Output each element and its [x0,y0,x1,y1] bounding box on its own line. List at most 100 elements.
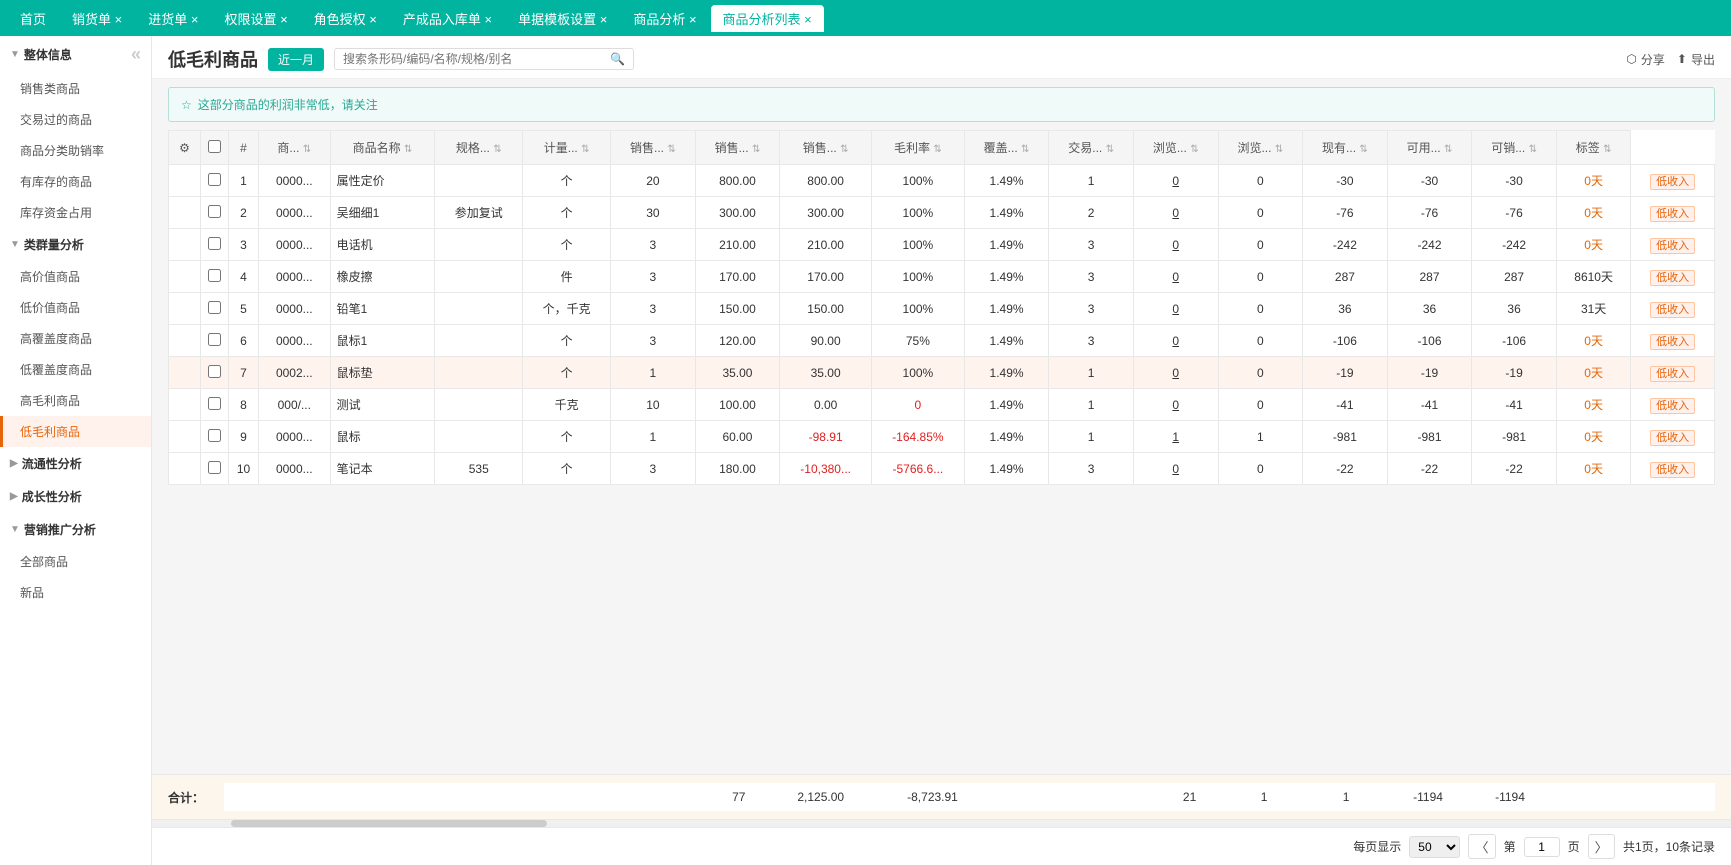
horizontal-scrollbar[interactable] [152,819,1731,827]
cell-browse1[interactable]: 0 [1133,229,1218,261]
sidebar-item-traded-products[interactable]: 交易过的商品 [0,104,151,135]
col-tag[interactable]: 标签 ⇅ [1556,131,1630,165]
row-checkbox[interactable] [208,365,221,378]
nav-product-analysis[interactable]: 商品分析 × [621,5,708,32]
nav-role[interactable]: 角色授权 × [302,5,389,32]
collapse-overall-icon[interactable]: « [131,44,141,65]
table-row[interactable]: 4 0000... 橡皮擦 件 3 170.00 170.00 100% 1.4… [169,261,1715,293]
cell-checkbox[interactable] [201,421,229,453]
col-sales1[interactable]: 销售... ⇅ [611,131,696,165]
sidebar-item-all-products[interactable]: 全部商品 [0,546,151,577]
col-code[interactable]: 商... ⇅ [259,131,331,165]
cell-browse1[interactable]: 0 [1133,453,1218,485]
row-checkbox[interactable] [208,397,221,410]
row-checkbox[interactable] [208,237,221,250]
col-name[interactable]: 商品名称 ⇅ [330,131,435,165]
col-coverage[interactable]: 覆盖... ⇅ [964,131,1049,165]
export-button[interactable]: ⬆ 导出 [1677,51,1715,68]
row-checkbox[interactable] [208,461,221,474]
col-browse2[interactable]: 浏览... ⇅ [1218,131,1303,165]
cell-checkbox[interactable] [201,325,229,357]
sidebar-group-marketing[interactable]: ▼ 营销推广分析 [0,513,151,546]
sidebar-item-low-coverage[interactable]: 低覆盖度商品 [0,354,151,385]
sidebar-item-stocked-products[interactable]: 有库存的商品 [0,166,151,197]
nav-home[interactable]: 首页 [8,5,58,32]
col-trade[interactable]: 交易... ⇅ [1049,131,1134,165]
row-checkbox[interactable] [208,429,221,442]
search-icon[interactable]: 🔍 [610,52,625,66]
nav-permission[interactable]: 权限设置 × [212,5,299,32]
table-row[interactable]: 10 0000... 笔记本 535 个 3 180.00 -10,380...… [169,453,1715,485]
cell-checkbox[interactable] [201,357,229,389]
row-checkbox[interactable] [208,301,221,314]
cell-checkbox[interactable] [201,229,229,261]
cell-browse1[interactable]: 0 [1133,325,1218,357]
sidebar-group-growth[interactable]: ▶ 成长性分析 [0,480,151,513]
sidebar-item-low-value[interactable]: 低价值商品 [0,292,151,323]
col-available[interactable]: 可用... ⇅ [1387,131,1472,165]
table-row[interactable]: 1 0000... 属性定价 个 20 800.00 800.00 100% 1… [169,165,1715,197]
cell-checkbox[interactable] [201,197,229,229]
table-row[interactable]: 6 0000... 鼠标1 个 3 120.00 90.00 75% 1.49%… [169,325,1715,357]
sidebar-item-high-value[interactable]: 高价值商品 [0,261,151,292]
table-wrapper[interactable]: ⚙ # 商... ⇅ 商品名称 ⇅ 规格... ⇅ 计量... ⇅ 销售... … [152,122,1731,774]
row-checkbox[interactable] [208,173,221,186]
table-row[interactable]: 9 0000... 鼠标 个 1 60.00 -98.91 -164.85% 1… [169,421,1715,453]
cell-browse1[interactable]: 1 [1133,421,1218,453]
col-checkbox[interactable] [201,131,229,165]
sidebar-item-stock-capital[interactable]: 库存资金占用 [0,197,151,228]
cell-browse1[interactable]: 0 [1133,357,1218,389]
date-filter-button[interactable]: 近一月 [268,48,324,71]
col-unit[interactable]: 计量... ⇅ [523,131,611,165]
sidebar-item-category-rate[interactable]: 商品分类助销率 [0,135,151,166]
sidebar-item-low-margin[interactable]: 低毛利商品 [0,416,151,447]
select-all-checkbox[interactable] [208,140,221,153]
sidebar-group-cluster[interactable]: ▼ 类群量分析 [0,228,151,261]
cell-checkbox[interactable] [201,293,229,325]
search-box[interactable]: 🔍 [334,48,634,70]
search-input[interactable] [343,52,610,66]
nav-template[interactable]: 单据模板设置 × [506,5,619,32]
row-checkbox[interactable] [208,333,221,346]
cell-checkbox[interactable] [201,165,229,197]
table-row[interactable]: 2 0000... 吴细细1 参加复试 个 30 300.00 300.00 1… [169,197,1715,229]
col-saleable[interactable]: 可销... ⇅ [1472,131,1557,165]
col-settings[interactable]: ⚙ [169,131,201,165]
share-button[interactable]: ⬡ 分享 [1626,51,1665,68]
col-stock[interactable]: 现有... ⇅ [1303,131,1388,165]
sidebar-item-sales-products[interactable]: 销售类商品 [0,73,151,104]
col-browse1[interactable]: 浏览... ⇅ [1133,131,1218,165]
sidebar-group-overall[interactable]: ▼ 整体信息 « [0,36,151,73]
nav-product-entry[interactable]: 产成品入库单 × [391,5,504,32]
table-row[interactable]: 8 000/... 测试 千克 10 100.00 0.00 0 1.49% 1… [169,389,1715,421]
cell-browse1[interactable]: 0 [1133,165,1218,197]
cell-browse1[interactable]: 0 [1133,261,1218,293]
col-sales3[interactable]: 销售... ⇅ [780,131,872,165]
scrollbar-thumb[interactable] [231,820,547,827]
cell-checkbox[interactable] [201,261,229,293]
sidebar-item-high-margin[interactable]: 高毛利商品 [0,385,151,416]
row-checkbox[interactable] [208,205,221,218]
cell-checkbox[interactable] [201,389,229,421]
sidebar-item-high-coverage[interactable]: 高覆盖度商品 [0,323,151,354]
nav-purchase[interactable]: 进货单 × [136,5,210,32]
col-sales2[interactable]: 销售... ⇅ [695,131,780,165]
sidebar-item-new-products[interactable]: 新品 [0,577,151,608]
settings-icon[interactable]: ⚙ [179,141,190,155]
col-margin[interactable]: 毛利率 ⇅ [872,131,965,165]
nav-product-analysis-list[interactable]: 商品分析列表 × [711,5,824,32]
row-checkbox[interactable] [208,269,221,282]
table-row[interactable]: 7 0002... 鼠标垫 个 1 35.00 35.00 100% 1.49%… [169,357,1715,389]
table-row[interactable]: 3 0000... 电话机 个 3 210.00 210.00 100% 1.4… [169,229,1715,261]
next-page-button[interactable]: 〉 [1588,834,1615,859]
per-page-select[interactable]: 50 20 100 [1409,836,1460,858]
nav-sales[interactable]: 销货单 × [60,5,134,32]
cell-browse1[interactable]: 0 [1133,293,1218,325]
cell-browse1[interactable]: 0 [1133,389,1218,421]
table-row[interactable]: 5 0000... 铅笔1 个，千克 3 150.00 150.00 100% … [169,293,1715,325]
page-number-input[interactable] [1524,837,1560,857]
prev-page-button[interactable]: 〈 [1468,834,1495,859]
cell-checkbox[interactable] [201,453,229,485]
col-spec[interactable]: 规格... ⇅ [435,131,523,165]
sidebar-group-liquidity[interactable]: ▶ 流通性分析 [0,447,151,480]
